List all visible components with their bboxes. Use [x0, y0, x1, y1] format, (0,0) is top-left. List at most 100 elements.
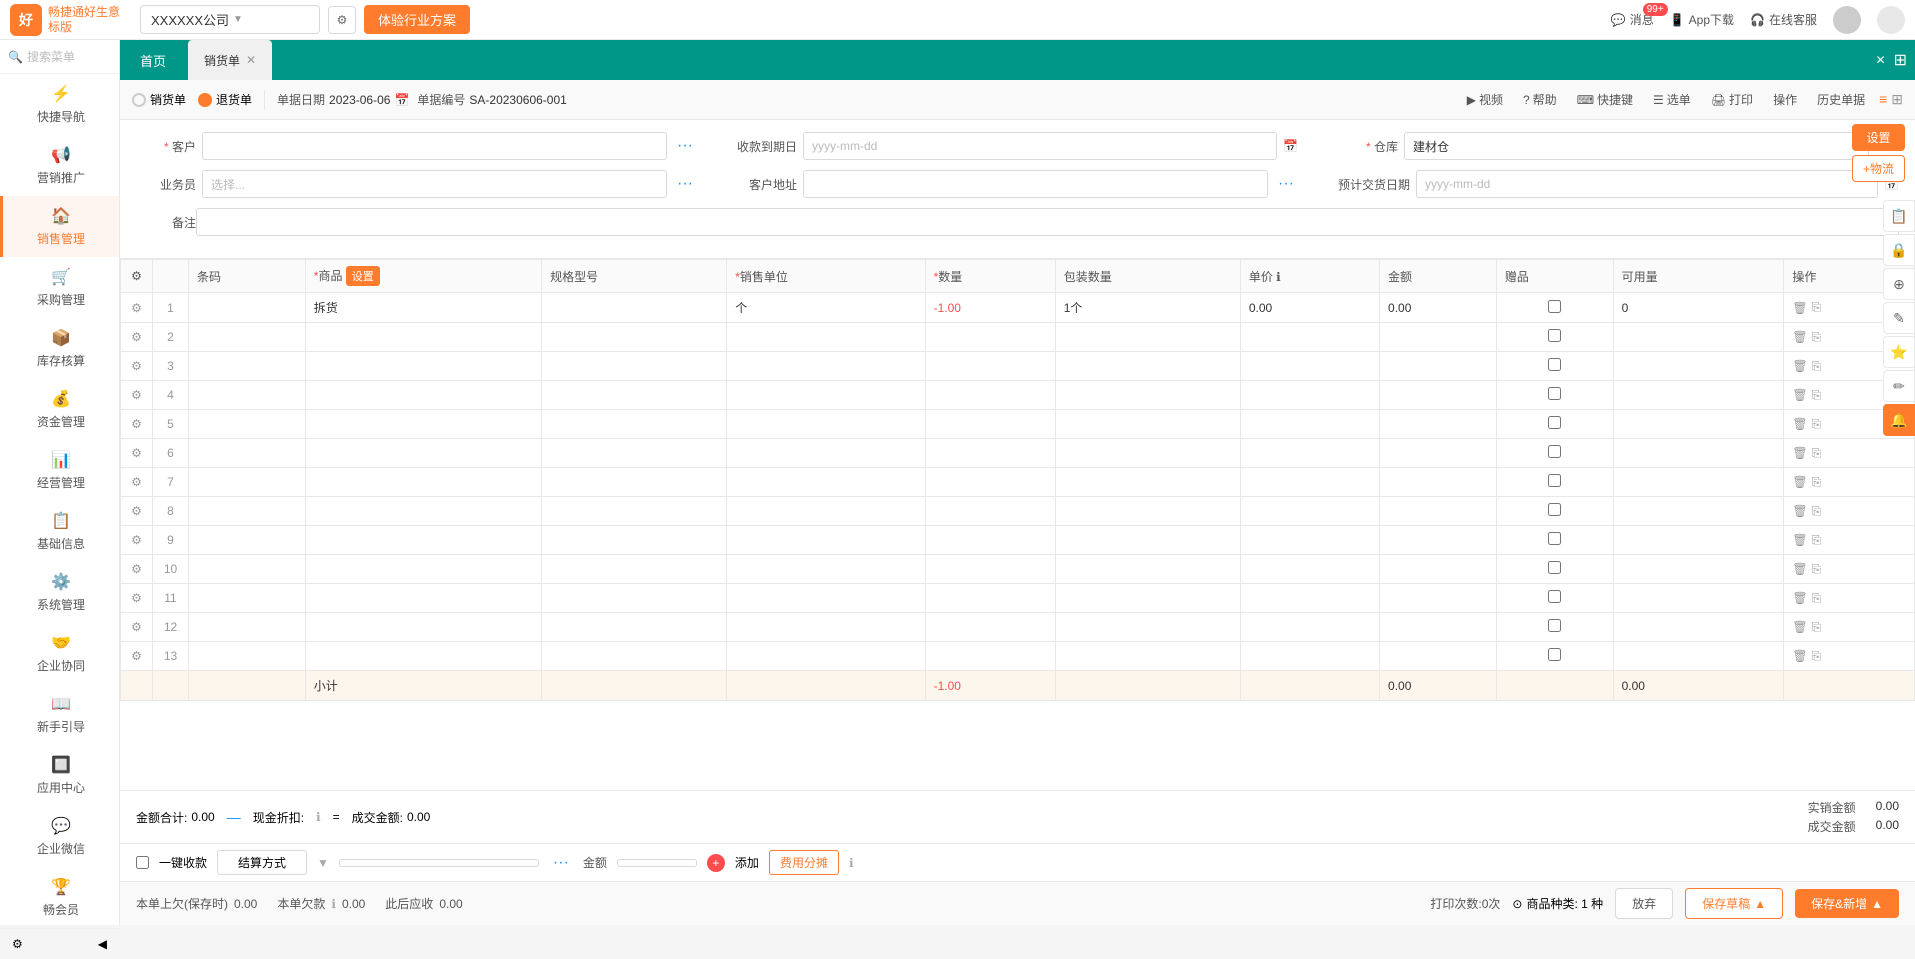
row-barcode-3[interactable] [189, 381, 306, 410]
row-barcode-6[interactable] [189, 468, 306, 497]
sidebar-item-sales[interactable]: 🏠 销售管理 [0, 196, 119, 257]
row-pkg-qty-5[interactable] [1055, 439, 1240, 468]
sidebar-item-guide[interactable]: 📖 新手引导 [0, 684, 119, 745]
salesman-more-icon[interactable]: ··· [673, 175, 697, 193]
settings-icon[interactable]: ⚙ [328, 6, 356, 34]
delete-row-icon-6[interactable]: 🗑 [1792, 475, 1807, 489]
sidebar-item-enterprise[interactable]: 🤝 企业协同 [0, 623, 119, 684]
row-gear-4[interactable]: ⚙ [121, 410, 153, 439]
trial-button[interactable]: 体验行业方案 [364, 5, 470, 34]
row-qty-10[interactable] [925, 584, 1055, 613]
row-unit-6[interactable] [727, 468, 925, 497]
row-spec-3[interactable] [542, 381, 727, 410]
delete-row-icon-0[interactable]: 🗑 [1792, 301, 1807, 315]
float-btn-4[interactable]: ✎ [1883, 302, 1915, 334]
row-product-10[interactable] [305, 584, 541, 613]
settlement-dropdown-icon[interactable]: ▼ [317, 856, 329, 870]
copy-row-icon-2[interactable]: ⎘ [1812, 359, 1822, 374]
sidebar-item-finance[interactable]: 💰 资金管理 [0, 379, 119, 440]
copy-row-icon-0[interactable]: ⎘ [1812, 300, 1822, 315]
tab-home[interactable]: 首页 [120, 40, 186, 80]
float-btn-3[interactable]: ⊕ [1883, 268, 1915, 300]
barcode-scan-button[interactable]: 设置 [346, 266, 380, 286]
row-gift-4[interactable] [1496, 410, 1613, 439]
account-input[interactable] [339, 859, 539, 867]
row-product-12[interactable] [305, 642, 541, 671]
sidebar-item-inventory[interactable]: 📦 库存核算 [0, 318, 119, 379]
row-amount-3[interactable] [1380, 381, 1497, 410]
row-gear-9[interactable]: ⚙ [121, 555, 153, 584]
sidebar-item-purchase[interactable]: 🛒 采购管理 [0, 257, 119, 318]
row-barcode-10[interactable] [189, 584, 306, 613]
copy-row-icon-3[interactable]: ⎘ [1812, 388, 1822, 403]
row-spec-2[interactable] [542, 352, 727, 381]
row-price-11[interactable] [1240, 613, 1379, 642]
delete-row-icon-5[interactable]: 🗑 [1792, 446, 1807, 460]
row-spec-5[interactable] [542, 439, 727, 468]
row-unit-7[interactable] [727, 497, 925, 526]
avatar2[interactable] [1877, 6, 1905, 34]
sidebar-item-basic[interactable]: 📋 基础信息 [0, 501, 119, 562]
row-gift-1[interactable] [1496, 323, 1613, 352]
row-gear-10[interactable]: ⚙ [121, 584, 153, 613]
row-gear-2[interactable]: ⚙ [121, 352, 153, 381]
row-product-1[interactable] [305, 323, 541, 352]
row-amount-1[interactable] [1380, 323, 1497, 352]
delete-row-icon-12[interactable]: 🗑 [1792, 649, 1807, 663]
row-pkg-qty-2[interactable] [1055, 352, 1240, 381]
row-barcode-7[interactable] [189, 497, 306, 526]
row-qty-1[interactable] [925, 323, 1055, 352]
copy-row-icon-10[interactable]: ⎘ [1812, 591, 1822, 606]
row-price-8[interactable] [1240, 526, 1379, 555]
row-amount-11[interactable] [1380, 613, 1497, 642]
grid-view-icon2[interactable]: ⊞ [1891, 91, 1903, 108]
delete-row-icon-3[interactable]: 🗑 [1792, 388, 1807, 402]
row-price-3[interactable] [1240, 381, 1379, 410]
row-unit-11[interactable] [727, 613, 925, 642]
payment-due-calendar-icon[interactable]: 📅 [1283, 139, 1298, 153]
customer-more-icon[interactable]: ··· [673, 137, 697, 155]
address-more-icon[interactable]: ··· [1274, 175, 1298, 193]
row-product-8[interactable] [305, 526, 541, 555]
delete-row-icon-8[interactable]: 🗑 [1792, 533, 1807, 547]
row-gear-11[interactable]: ⚙ [121, 613, 153, 642]
sidebar-item-marketing[interactable]: 📢 营销推广 [0, 135, 119, 196]
radio-return-order[interactable]: 退货单 [198, 91, 252, 108]
copy-row-icon-7[interactable]: ⎘ [1812, 504, 1822, 519]
row-qty-9[interactable] [925, 555, 1055, 584]
row-unit-10[interactable] [727, 584, 925, 613]
row-price-1[interactable] [1240, 323, 1379, 352]
row-product-4[interactable] [305, 410, 541, 439]
row-unit-1[interactable] [727, 323, 925, 352]
row-unit-12[interactable] [727, 642, 925, 671]
video-button[interactable]: ▶ 视频 [1461, 88, 1509, 111]
row-qty-0[interactable]: -1.00 [925, 293, 1055, 323]
calendar-icon[interactable]: 📅 [394, 93, 409, 107]
row-barcode-8[interactable] [189, 526, 306, 555]
message-button[interactable]: 💬 消息 99+ [1611, 11, 1654, 28]
row-barcode-9[interactable] [189, 555, 306, 584]
one-click-payment-checkbox[interactable] [136, 856, 149, 869]
sidebar-item-wechat[interactable]: 💬 企业微信 [0, 806, 119, 867]
row-qty-7[interactable] [925, 497, 1055, 526]
delete-row-icon-2[interactable]: 🗑 [1792, 359, 1807, 373]
row-spec-1[interactable] [542, 323, 727, 352]
row-amount-2[interactable] [1380, 352, 1497, 381]
sidebar-item-appstore[interactable]: 🔲 应用中心 [0, 745, 119, 806]
row-spec-10[interactable] [542, 584, 727, 613]
history-button[interactable]: 历史单据 [1811, 88, 1871, 111]
copy-row-icon-12[interactable]: ⎘ [1812, 649, 1822, 664]
row-amount-7[interactable] [1380, 497, 1497, 526]
settings-bottom-icon[interactable]: ⚙ [12, 937, 23, 951]
row-qty-5[interactable] [925, 439, 1055, 468]
row-unit-8[interactable] [727, 526, 925, 555]
row-gift-8[interactable] [1496, 526, 1613, 555]
row-product-9[interactable] [305, 555, 541, 584]
float-btn-2[interactable]: 🔒 [1883, 234, 1915, 266]
row-qty-3[interactable] [925, 381, 1055, 410]
row-barcode-11[interactable] [189, 613, 306, 642]
tab-close-icon[interactable]: ✕ [246, 53, 256, 67]
setup-button[interactable]: 设置 [1852, 124, 1905, 151]
row-gift-5[interactable] [1496, 439, 1613, 468]
row-barcode-0[interactable] [189, 293, 306, 323]
